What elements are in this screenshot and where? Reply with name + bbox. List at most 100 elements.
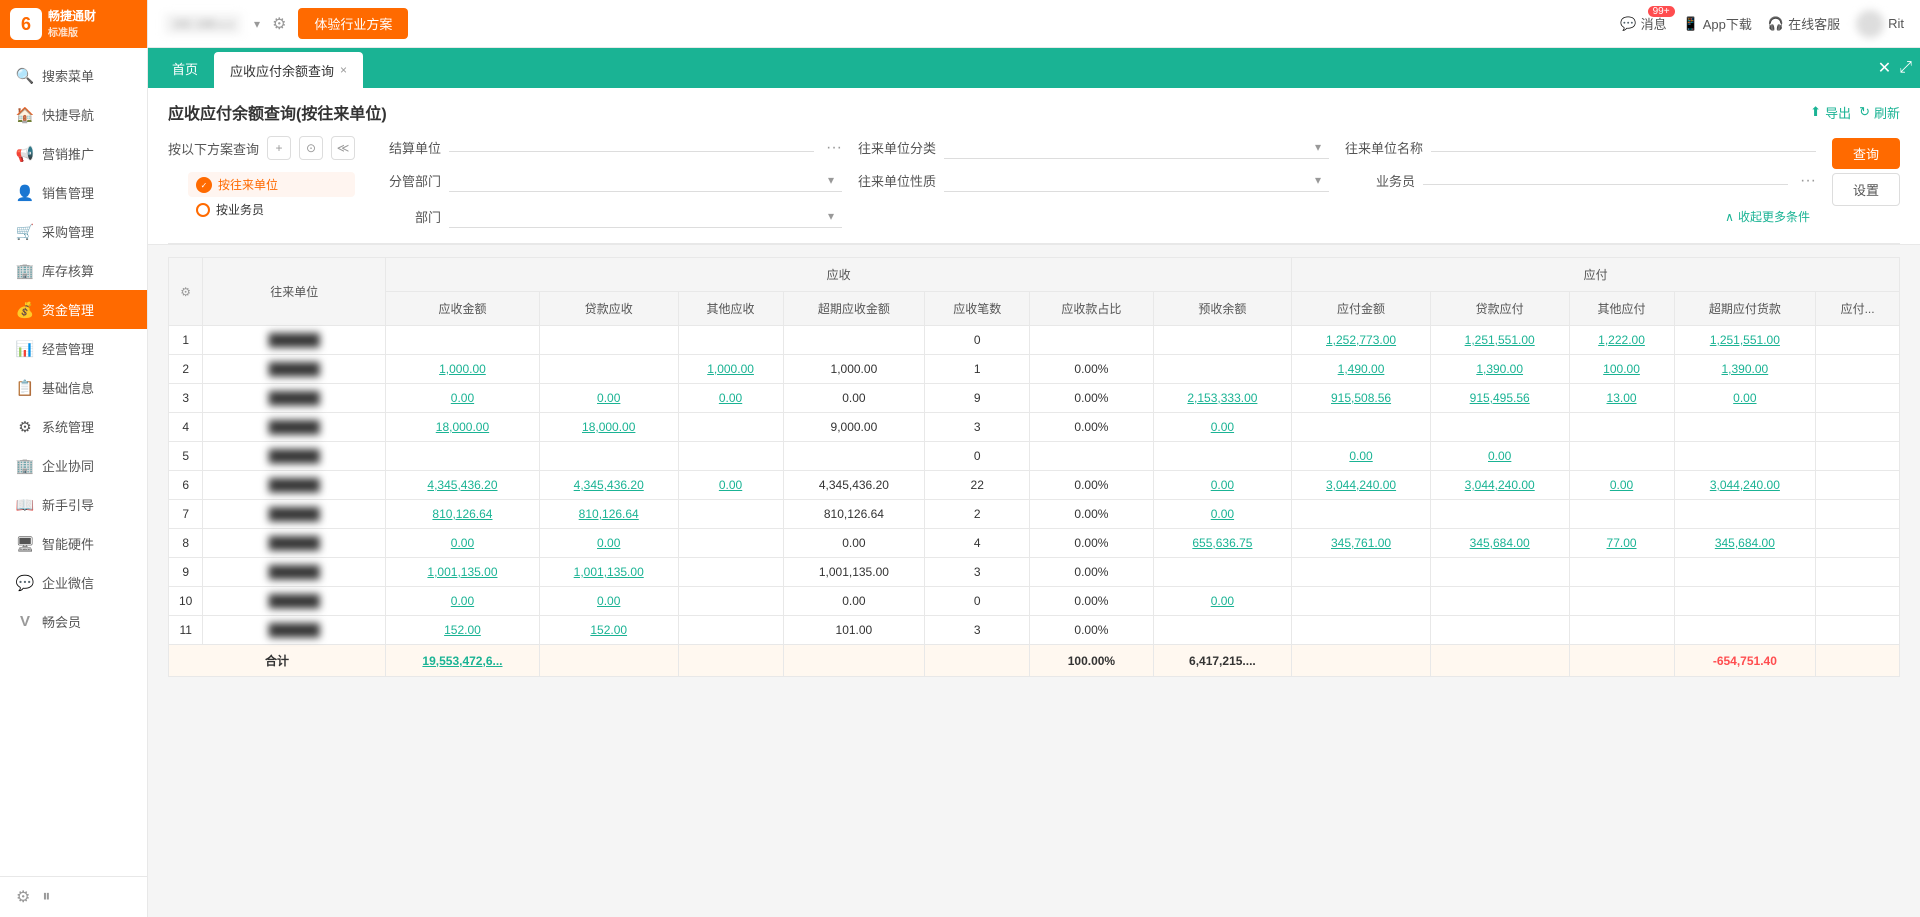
table-cell[interactable]: 0.00 [1292,442,1431,471]
topbar-dropdown-icon[interactable]: ▾ [254,17,260,31]
set-button[interactable]: 设置 [1832,173,1900,206]
table-cell[interactable]: 0.00 [1569,471,1674,500]
sidebar-item-finance[interactable]: 💰 资金管理 [0,290,147,329]
table-cell[interactable]: 1,252,773.00 [1292,326,1431,355]
table-cell[interactable]: 655,636.75 [1153,529,1292,558]
tab-receivable[interactable]: 应收应付余额查询 × [214,52,363,88]
table-cell[interactable]: 13.00 [1569,384,1674,413]
table-cell[interactable]: 0.00 [539,587,678,616]
table-cell[interactable]: 0.00 [539,384,678,413]
settings-bottom-icon[interactable]: ⚙ [16,887,30,907]
table-cell[interactable]: 345,761.00 [1292,529,1431,558]
table-cell[interactable]: 0.00 [1153,587,1292,616]
table-cell[interactable]: 1,251,551.00 [1430,326,1569,355]
collapse-sidebar-icon[interactable]: ⏸ [42,888,50,906]
table-cell[interactable]: 4,345,436.20 [539,471,678,500]
unit-name-input[interactable] [1431,143,1816,152]
table-cell[interactable]: 152.00 [386,616,540,645]
sidebar-item-base[interactable]: 📋 基础信息 [0,368,147,407]
table-cell[interactable]: 915,495.56 [1430,384,1569,413]
table-cell[interactable]: 0.00 [678,471,783,500]
sidebar-item-guide[interactable]: 📖 新手引导 [0,485,147,524]
table-cell[interactable]: 1,251,551.00 [1674,326,1816,355]
table-cell[interactable]: 0.00 [386,529,540,558]
refresh-button[interactable]: ↻ 刷新 [1859,103,1900,122]
table-cell[interactable]: 77.00 [1569,529,1674,558]
app-download-item[interactable]: 📱 App下载 [1683,14,1752,33]
tab-close-icon[interactable]: × [340,63,347,77]
table-cell[interactable]: 1,490.00 [1292,355,1431,384]
table-cell[interactable]: 1,001,135.00 [539,558,678,587]
sidebar-item-sales[interactable]: 👤 销售管理 [0,173,147,212]
table-cell[interactable]: 3,044,240.00 [1292,471,1431,500]
sidebar-item-member[interactable]: V 畅会员 [0,602,147,641]
table-cell[interactable]: 18,000.00 [386,413,540,442]
table-cell[interactable]: 915,508.56 [1292,384,1431,413]
table-cell[interactable]: 0.00 [1153,471,1292,500]
filter-option-salesman[interactable]: 按业务员 [188,197,355,222]
table-cell[interactable]: 0.00 [1153,500,1292,529]
sidebar-item-search[interactable]: 🔍 搜索菜单 [0,56,147,95]
sidebar-item-ops[interactable]: 📊 经营管理 [0,329,147,368]
tab-home[interactable]: 首页 [156,48,214,88]
tab-close-window-icon[interactable]: ✕ [1878,58,1891,78]
table-cell[interactable]: 100.00 [1569,355,1674,384]
table-cell[interactable]: 810,126.64 [386,500,540,529]
sidebar-item-corp[interactable]: 🏢 企业协同 [0,446,147,485]
table-cell[interactable]: 1,390.00 [1430,355,1569,384]
table-cell[interactable]: 345,684.00 [1430,529,1569,558]
sidebar-item-hardware[interactable]: 🖥 智能硬件 [0,524,147,563]
table-cell[interactable]: 4,345,436.20 [386,471,540,500]
th-settings[interactable]: ⚙ [169,258,203,326]
edit-scheme-btn[interactable]: ⊙ [299,136,323,160]
table-cell[interactable]: 0.00 [386,587,540,616]
sidebar-item-system[interactable]: ⚙ 系统管理 [0,407,147,446]
settlement-unit-dots[interactable]: ··· [826,139,842,157]
filter-area: 按以下方案查询 + ⊙ ≪ ✓ 按往来单位 [168,136,1900,244]
sidebar-item-marketing[interactable]: 📢 营销推广 [0,134,147,173]
notification-item[interactable]: 💬 消息 99+ [1620,14,1666,33]
sidebar-item-purchase[interactable]: 🛒 采购管理 [0,212,147,251]
table-cell[interactable]: 2,153,333.00 [1153,384,1292,413]
sidebar-item-inventory[interactable]: 🏢 库存核算 [0,251,147,290]
table-cell[interactable]: 1,001,135.00 [386,558,540,587]
salesman-input[interactable] [1423,176,1788,185]
add-scheme-btn[interactable]: + [267,136,291,160]
table-settings-icon[interactable]: ⚙ [180,285,191,299]
table-cell[interactable]: 0.00 [386,384,540,413]
export-button[interactable]: ⬆ 导出 [1810,103,1851,122]
table-cell[interactable]: 1,000.00 [386,355,540,384]
table-cell[interactable]: 0.00 [678,384,783,413]
solution-button[interactable]: 体验行业方案 [298,8,408,39]
topbar-gear-icon[interactable]: ⚙ [272,14,286,34]
salesman-dots[interactable]: ··· [1800,172,1816,190]
total-receivable-amount[interactable]: 19,553,472,6... [386,645,540,677]
table-cell[interactable]: 3,044,240.00 [1430,471,1569,500]
unit-category-select[interactable]: ▾ [944,136,1329,159]
sidebar-item-quicknav[interactable]: 🏠 快捷导航 [0,95,147,134]
dept-select[interactable]: ▾ [449,205,842,228]
collapse-scheme-btn[interactable]: ≪ [331,136,355,160]
unit-nature-select[interactable]: ▾ [944,169,1329,192]
table-cell[interactable]: 1,000.00 [678,355,783,384]
table-cell[interactable]: 345,684.00 [1674,529,1816,558]
tab-maximize-icon[interactable]: ⤢ [1899,59,1912,77]
table-cell[interactable]: 0.00 [1153,413,1292,442]
online-service-item[interactable]: 🎧 在线客服 [1768,14,1840,33]
dept-manager-select[interactable]: ▾ [449,169,842,192]
query-button[interactable]: 查询 [1832,138,1900,169]
settlement-unit-input[interactable] [449,143,814,152]
sidebar-item-wechat[interactable]: 💬 企业微信 [0,563,147,602]
table-cell[interactable]: 18,000.00 [539,413,678,442]
table-cell[interactable]: 3,044,240.00 [1674,471,1816,500]
user-profile[interactable]: Rit [1856,10,1904,38]
table-cell[interactable]: 0.00 [539,529,678,558]
table-cell[interactable]: 0.00 [1674,384,1816,413]
table-cell[interactable]: 152.00 [539,616,678,645]
table-cell[interactable]: 1,390.00 [1674,355,1816,384]
table-cell[interactable]: 810,126.64 [539,500,678,529]
table-cell[interactable]: 0.00 [1430,442,1569,471]
filter-option-unit[interactable]: ✓ 按往来单位 [188,172,355,197]
collapse-button[interactable]: ∧ 收起更多条件 [1719,202,1816,231]
table-cell[interactable]: 1,222.00 [1569,326,1674,355]
